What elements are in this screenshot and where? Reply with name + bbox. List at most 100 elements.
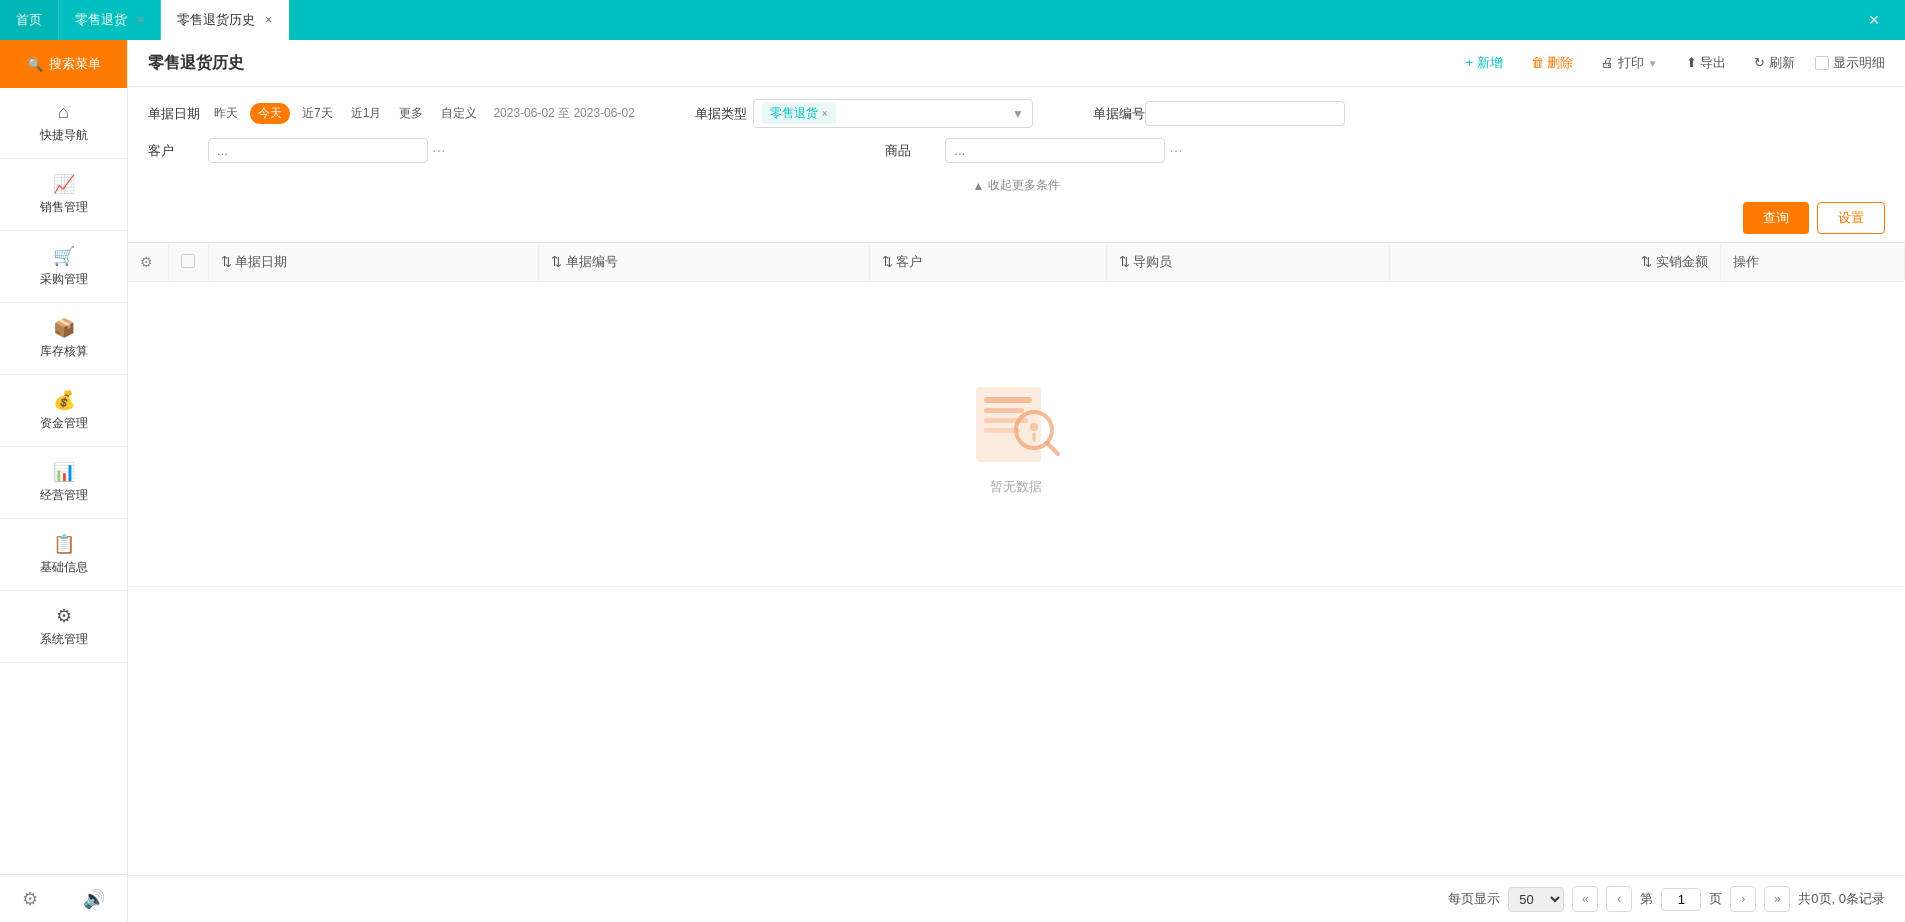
date-btn-more[interactable]: 更多	[393, 103, 429, 124]
current-page-input[interactable]: 1	[1661, 888, 1701, 911]
page-title: 零售退货历史	[148, 53, 244, 74]
refresh-button[interactable]: ↻ 刷新	[1746, 50, 1803, 76]
sidebar-item-quicknav[interactable]: ⌂ 快捷导航	[0, 88, 127, 159]
date-btn-1month[interactable]: 近1月	[345, 103, 388, 124]
system-icon: ⚙	[56, 605, 72, 627]
next-page-button[interactable]: ›	[1730, 886, 1756, 912]
svg-rect-2	[984, 408, 1024, 413]
filter-row-customer: 客户 ··· 商品 ···	[148, 138, 1885, 163]
sidebar-search[interactable]: 🔍 搜索菜单	[0, 40, 127, 88]
th-amount-text: 实销金额	[1656, 254, 1708, 269]
top-bar-right: ×	[1859, 5, 1905, 35]
tab-retail-return-history-label: 零售退货历史	[177, 11, 255, 29]
date-filter-buttons: 昨天 今天 近7天 近1月 更多 自定义	[208, 103, 483, 124]
customer-filter-ellipsis[interactable]: ···	[432, 142, 445, 160]
th-amount: ⇅ 实销金额	[1390, 243, 1721, 282]
th-guide: ⇅ 导购员	[1106, 243, 1390, 282]
audio-bottom-icon[interactable]: 🔊	[83, 888, 105, 910]
empty-text: 暂无数据	[990, 478, 1042, 496]
type-tag-close[interactable]: ×	[822, 108, 828, 119]
home-icon: ⌂	[58, 102, 69, 123]
print-button-label: 🖨 打印	[1601, 54, 1644, 72]
date-btn-custom[interactable]: 自定义	[435, 103, 483, 124]
finance-icon: 💰	[53, 389, 75, 411]
type-tag: 零售退货 ×	[762, 103, 836, 124]
purchase-icon: 🛒	[53, 245, 75, 267]
th-checkbox[interactable]	[168, 243, 208, 282]
tab-home[interactable]: 首页	[0, 0, 59, 40]
type-filter-select[interactable]: 零售退货 × ▼	[753, 99, 1033, 128]
sidebar-bottom: ⚙ 🔊	[0, 874, 127, 922]
query-button[interactable]: 查询	[1743, 202, 1809, 234]
sidebar-menu: ⌂ 快捷导航 📈 销售管理 🛒 采购管理 📦 库存核算 💰 资金管理 📊	[0, 88, 127, 874]
sidebar-item-sales-label: 销售管理	[40, 199, 88, 216]
prev-page-button[interactable]: ‹	[1606, 886, 1632, 912]
empty-icon	[966, 372, 1066, 462]
th-guide-text: 导购员	[1133, 254, 1172, 269]
sales-icon: 📈	[53, 173, 75, 195]
sidebar-item-sales[interactable]: 📈 销售管理	[0, 159, 127, 231]
header-checkbox[interactable]	[181, 254, 195, 268]
sidebar-item-inventory-label: 库存核算	[40, 343, 88, 360]
show-detail-checkbox[interactable]	[1815, 56, 1829, 70]
export-button[interactable]: ⬆ 导出	[1678, 50, 1735, 76]
type-tag-label: 零售退货	[770, 105, 818, 122]
sidebar-item-basicinfo-label: 基础信息	[40, 559, 88, 576]
settings-button[interactable]: 设置	[1817, 202, 1885, 234]
th-customer-text: 客户	[896, 254, 922, 269]
window-close-button[interactable]: ×	[1859, 5, 1889, 35]
sidebar-item-operations[interactable]: 📊 经营管理	[0, 447, 127, 519]
date-btn-today[interactable]: 今天	[250, 103, 290, 124]
total-text: 共0页, 0条记录	[1798, 890, 1885, 908]
customer-filter-input[interactable]	[208, 138, 428, 163]
svg-point-7	[1030, 423, 1038, 431]
collapse-filter-button[interactable]: ▲ 收起更多条件	[148, 173, 1885, 198]
sidebar-item-inventory[interactable]: 📦 库存核算	[0, 303, 127, 375]
goods-filter-input[interactable]	[945, 138, 1165, 163]
page-size-label: 每页显示	[1448, 890, 1500, 908]
operations-icon: 📊	[53, 461, 75, 483]
th-customer-sort: ⇅	[882, 254, 897, 269]
table-settings-icon[interactable]: ⚙	[140, 254, 153, 270]
show-detail-toggle[interactable]: 显示明细	[1815, 54, 1885, 72]
table-area: ⚙ ⇅ 单据日期 ⇅ 单据编号 ⇅ 客户	[128, 243, 1905, 875]
date-btn-7days[interactable]: 近7天	[296, 103, 339, 124]
first-page-button[interactable]: «	[1572, 886, 1598, 912]
page-size-select[interactable]: 50 10 20 100	[1508, 887, 1564, 912]
show-detail-label: 显示明细	[1833, 54, 1885, 72]
sidebar: 🔍 搜索菜单 ⌂ 快捷导航 📈 销售管理 🛒 采购管理 📦 库存核算 💰	[0, 40, 128, 922]
date-btn-yesterday[interactable]: 昨天	[208, 103, 244, 124]
filter-action-row: 查询 设置	[148, 202, 1885, 234]
inventory-icon: 📦	[53, 317, 75, 339]
new-button[interactable]: + 新增	[1457, 50, 1510, 76]
delete-button[interactable]: 🗑 删除	[1523, 50, 1582, 76]
new-button-label: + 新增	[1465, 54, 1502, 72]
tab-retail-return-close[interactable]: ×	[137, 13, 144, 27]
refresh-button-label: ↻ 刷新	[1754, 54, 1795, 72]
settings-bottom-icon[interactable]: ⚙	[22, 888, 38, 910]
empty-state: 暂无数据	[140, 292, 1893, 576]
goods-filter-label: 商品	[885, 142, 945, 160]
basicinfo-icon: 📋	[53, 533, 75, 555]
tab-retail-return-history-close[interactable]: ×	[265, 13, 272, 27]
sidebar-item-quicknav-label: 快捷导航	[40, 127, 88, 144]
sidebar-search-label: 搜索菜单	[49, 55, 101, 73]
tab-retail-return[interactable]: 零售退货 ×	[59, 0, 161, 40]
th-customer: ⇅ 客户	[869, 243, 1106, 282]
sidebar-item-purchase[interactable]: 🛒 采购管理	[0, 231, 127, 303]
sidebar-item-finance[interactable]: 💰 资金管理	[0, 375, 127, 447]
page-label: 页	[1709, 890, 1722, 908]
print-button[interactable]: 🖨 打印 ▼	[1593, 50, 1666, 76]
th-num: ⇅ 单据编号	[539, 243, 870, 282]
th-date: ⇅ 单据日期	[208, 243, 539, 282]
th-settings[interactable]: ⚙	[128, 243, 168, 282]
sidebar-item-purchase-label: 采购管理	[40, 271, 88, 288]
num-filter-input[interactable]	[1145, 101, 1345, 126]
sidebar-item-system[interactable]: ⚙ 系统管理	[0, 591, 127, 663]
tab-retail-return-history[interactable]: 零售退货历史 ×	[161, 0, 289, 40]
tab-list: 首页 零售退货 × 零售退货历史 ×	[0, 0, 1859, 40]
svg-line-6	[1047, 443, 1058, 454]
last-page-button[interactable]: »	[1764, 886, 1790, 912]
sidebar-item-basicinfo[interactable]: 📋 基础信息	[0, 519, 127, 591]
goods-filter-ellipsis[interactable]: ···	[1169, 142, 1182, 160]
